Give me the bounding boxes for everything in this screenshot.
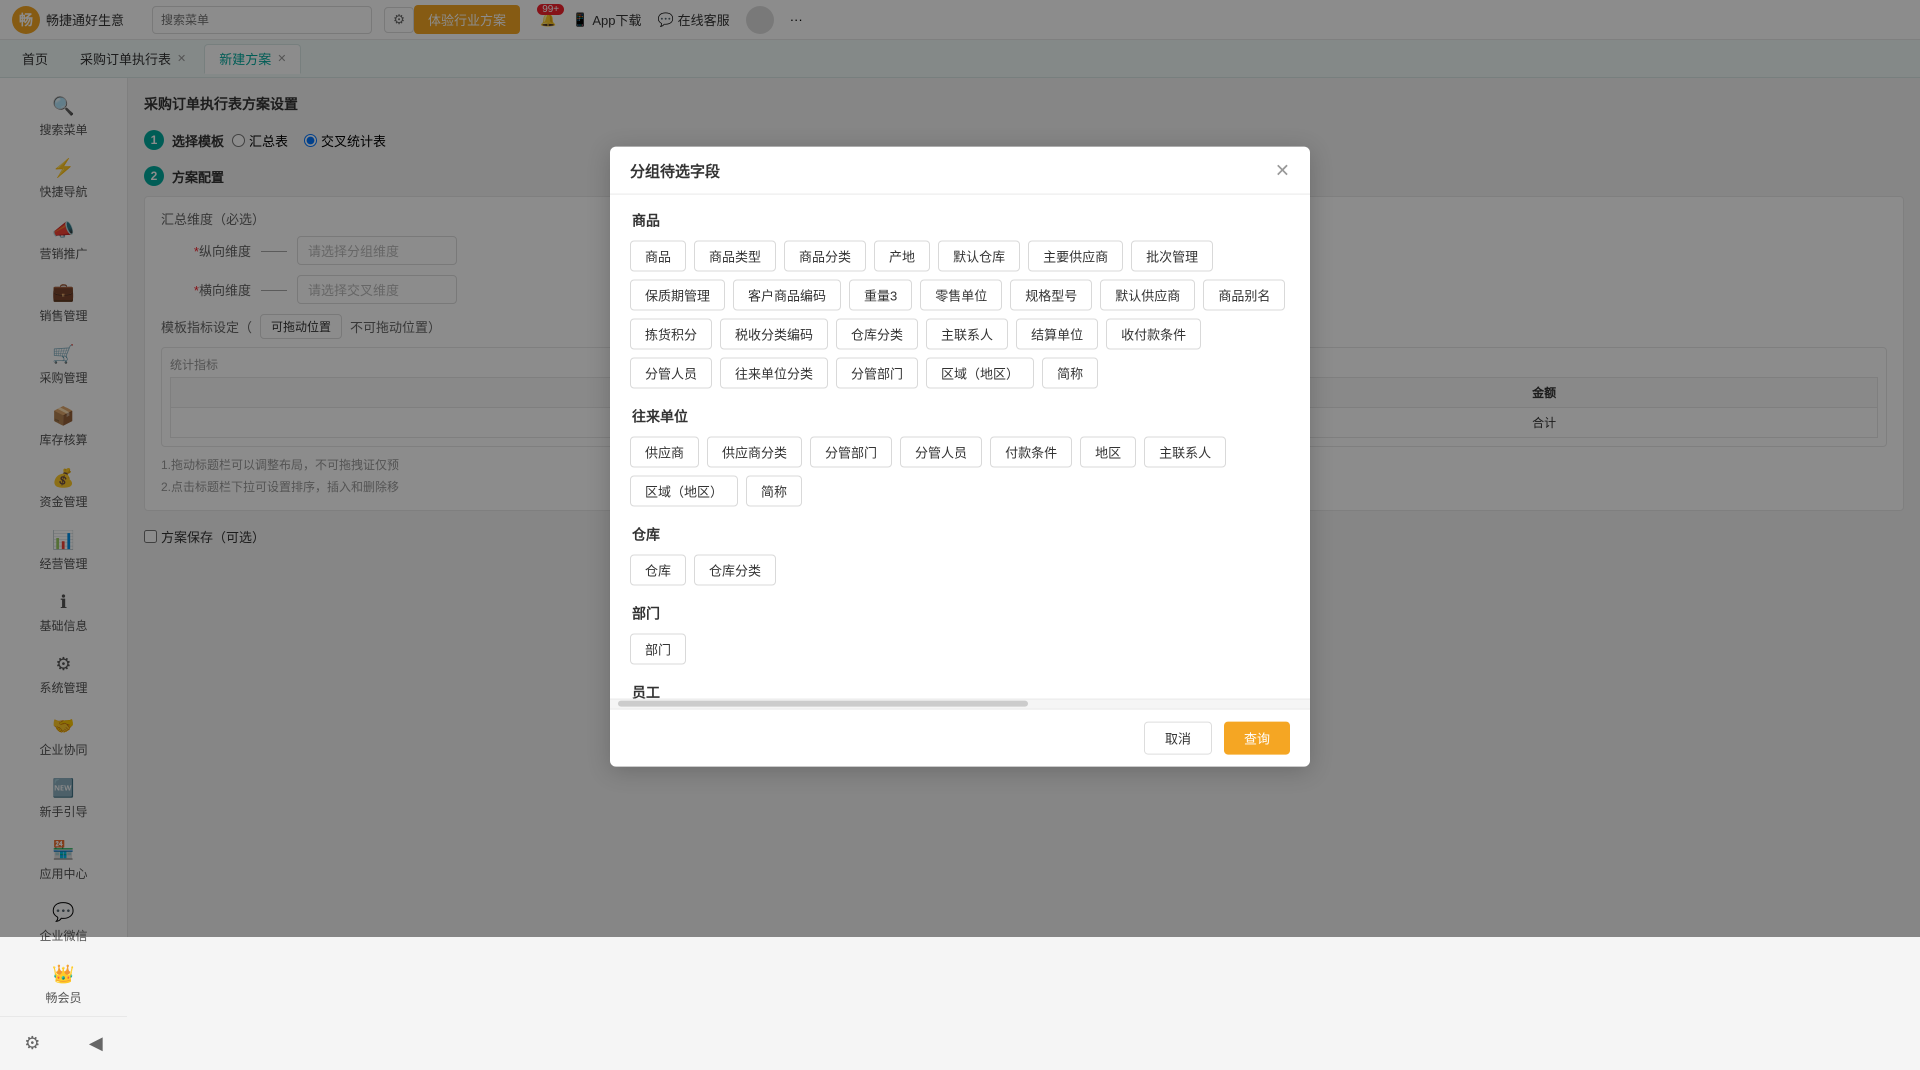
field-tag-0-21[interactable]: 往来单位分类 — [720, 357, 828, 388]
field-tag-0-16[interactable]: 仓库分类 — [836, 318, 918, 349]
field-select-modal: 分组待选字段 ✕ 商品商品商品类型商品分类产地默认仓库主要供应商批次管理保质期管… — [610, 146, 1310, 766]
cancel-button[interactable]: 取消 — [1144, 721, 1212, 754]
field-group-title-2: 仓库 — [630, 524, 1290, 544]
field-tag-0-4[interactable]: 默认仓库 — [938, 240, 1020, 271]
member-icon: 👑 — [52, 964, 74, 985]
field-tag-0-19[interactable]: 收付款条件 — [1106, 318, 1201, 349]
settings-bottom-icon[interactable]: ⚙ — [16, 1025, 48, 1062]
field-tag-0-23[interactable]: 区域（地区） — [926, 357, 1034, 388]
field-group-4: 员工业务员 — [630, 682, 1290, 699]
field-tag-0-10[interactable]: 零售单位 — [920, 279, 1002, 310]
field-tag-0-13[interactable]: 商品别名 — [1203, 279, 1285, 310]
field-tag-3-0[interactable]: 部门 — [630, 633, 686, 664]
field-tag-0-0[interactable]: 商品 — [630, 240, 686, 271]
field-tag-1-4[interactable]: 付款条件 — [990, 436, 1072, 467]
field-tag-0-5[interactable]: 主要供应商 — [1028, 240, 1123, 271]
confirm-button[interactable]: 查询 — [1224, 721, 1290, 754]
field-tag-1-7[interactable]: 区域（地区） — [630, 475, 738, 506]
field-group-1: 往来单位供应商供应商分类分管部门分管人员付款条件地区主联系人区域（地区） 简称 — [630, 406, 1290, 506]
field-tag-1-6[interactable]: 主联系人 — [1144, 436, 1226, 467]
field-tag-0-24[interactable]: 简称 — [1042, 357, 1098, 388]
field-tag-1-2[interactable]: 分管部门 — [810, 436, 892, 467]
field-group-title-0: 商品 — [630, 210, 1290, 230]
modal-header: 分组待选字段 ✕ — [610, 146, 1310, 194]
field-group-title-1: 往来单位 — [630, 406, 1290, 426]
field-tag-0-17[interactable]: 主联系人 — [926, 318, 1008, 349]
field-tag-0-2[interactable]: 商品分类 — [784, 240, 866, 271]
field-tag-1-0[interactable]: 供应商 — [630, 436, 699, 467]
field-list-2: 仓库仓库分类 — [630, 554, 1290, 585]
sidebar-bottom: ⚙ ◀ — [0, 1016, 127, 1070]
field-group-3: 部门部门 — [630, 603, 1290, 664]
field-tag-2-0[interactable]: 仓库 — [630, 554, 686, 585]
field-tag-0-6[interactable]: 批次管理 — [1131, 240, 1213, 271]
field-tag-0-12[interactable]: 默认供应商 — [1100, 279, 1195, 310]
modal-body[interactable]: 商品商品商品类型商品分类产地默认仓库主要供应商批次管理保质期管理客户商品编码重量… — [610, 194, 1310, 699]
field-group-title-3: 部门 — [630, 603, 1290, 623]
field-tag-0-15[interactable]: 税收分类编码 — [720, 318, 828, 349]
field-tag-0-3[interactable]: 产地 — [874, 240, 930, 271]
field-tag-1-3[interactable]: 分管人员 — [900, 436, 982, 467]
field-tag-1-1[interactable]: 供应商分类 — [707, 436, 802, 467]
field-tag-0-11[interactable]: 规格型号 — [1010, 279, 1092, 310]
field-group-2: 仓库仓库仓库分类 — [630, 524, 1290, 585]
field-tag-0-20[interactable]: 分管人员 — [630, 357, 712, 388]
collapse-icon[interactable]: ◀ — [81, 1025, 111, 1062]
field-tag-0-8[interactable]: 客户商品编码 — [733, 279, 841, 310]
field-tag-0-18[interactable]: 结算单位 — [1016, 318, 1098, 349]
field-group-title-4: 员工 — [630, 682, 1290, 699]
horizontal-scrollbar[interactable] — [618, 701, 1028, 707]
field-list-3: 部门 — [630, 633, 1290, 664]
field-list-0: 商品商品类型商品分类产地默认仓库主要供应商批次管理保质期管理客户商品编码重量3 零… — [630, 240, 1290, 388]
modal-footer: 取消 查询 — [610, 708, 1310, 766]
modal-title: 分组待选字段 — [630, 160, 720, 181]
field-tag-0-7[interactable]: 保质期管理 — [630, 279, 725, 310]
field-tag-0-14[interactable]: 拣货积分 — [630, 318, 712, 349]
field-tag-0-22[interactable]: 分管部门 — [836, 357, 918, 388]
field-tag-0-9[interactable]: 重量3 — [849, 279, 912, 310]
field-group-0: 商品商品商品类型商品分类产地默认仓库主要供应商批次管理保质期管理客户商品编码重量… — [630, 210, 1290, 388]
sidebar-item-member-label: 畅会员 — [45, 989, 81, 1006]
field-tag-1-8[interactable]: 简称 — [746, 475, 802, 506]
field-tag-0-1[interactable]: 商品类型 — [694, 240, 776, 271]
field-list-1: 供应商供应商分类分管部门分管人员付款条件地区主联系人区域（地区） 简称 — [630, 436, 1290, 506]
modal-close-button[interactable]: ✕ — [1275, 162, 1290, 180]
field-tag-2-1[interactable]: 仓库分类 — [694, 554, 776, 585]
field-tag-1-5[interactable]: 地区 — [1080, 436, 1136, 467]
sidebar-item-member[interactable]: 👑 畅会员 — [0, 954, 127, 1016]
